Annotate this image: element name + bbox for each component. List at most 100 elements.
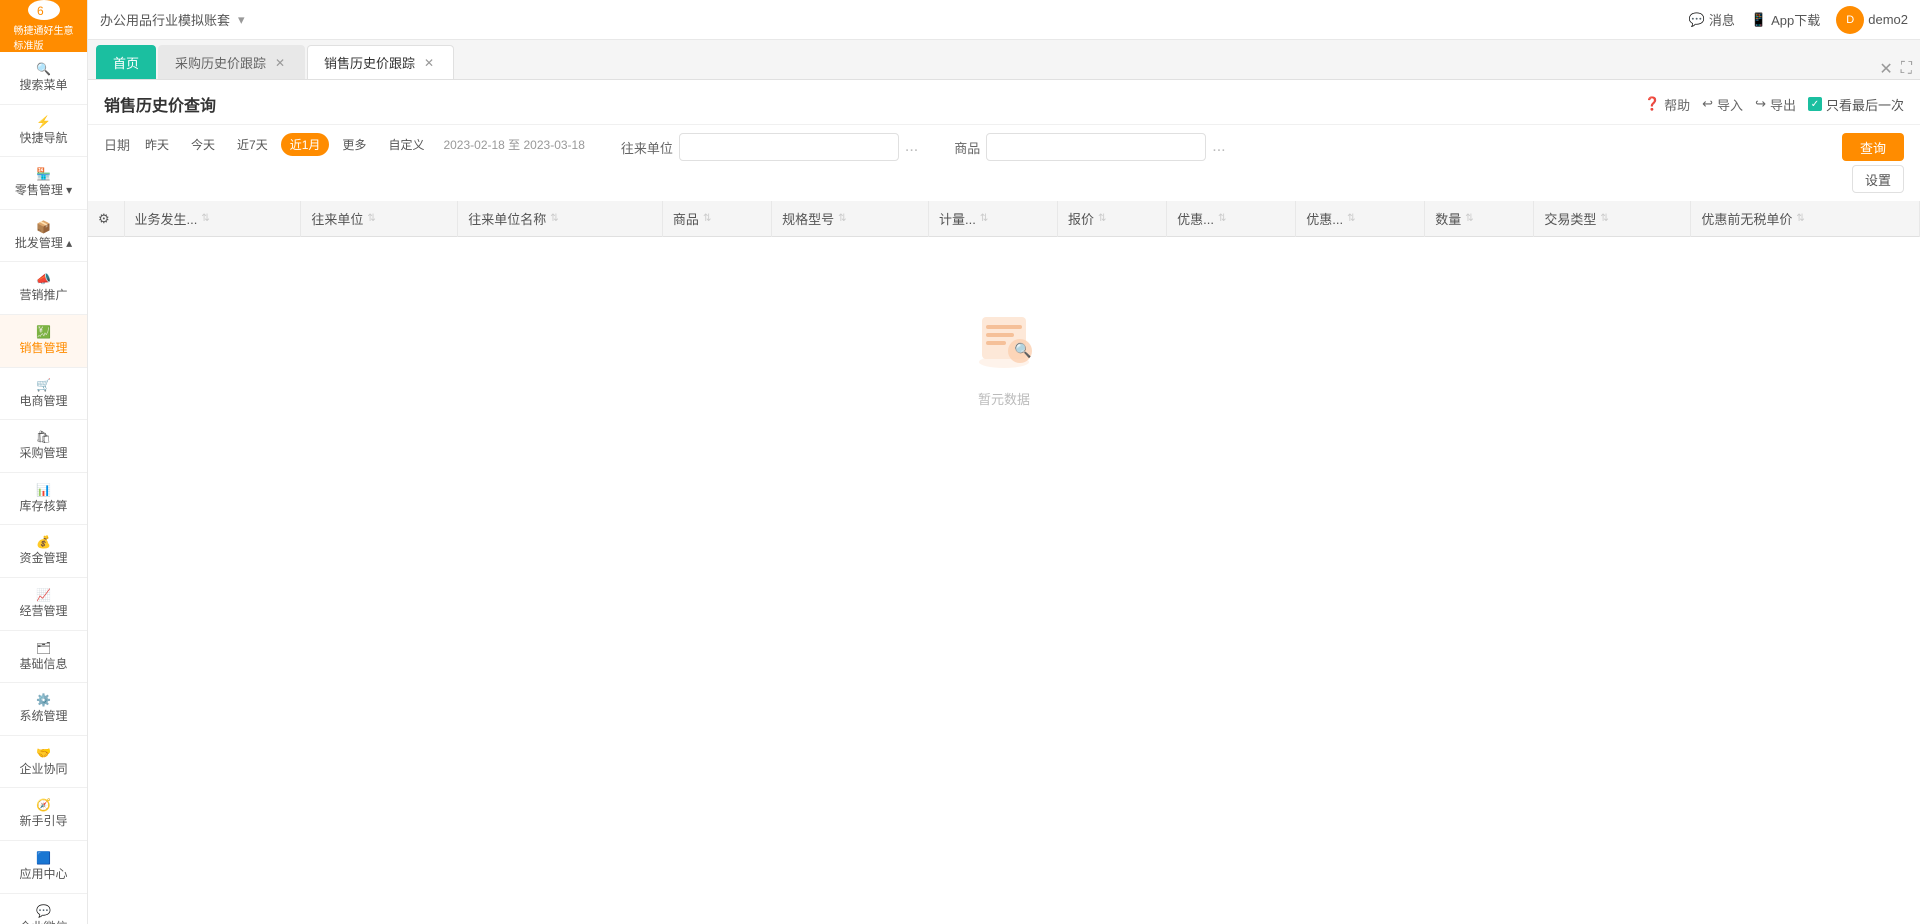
topbar-left: 办公用品行业模拟账套 ▾ (100, 10, 254, 29)
topbar: 办公用品行业模拟账套 ▾ 💬 消息 📱 App下载 D demo2 (88, 0, 1920, 40)
table-header-row: ⚙ 业务发生... ⇅ 往来单位 ⇅ (88, 201, 1920, 237)
col-quote[interactable]: 报价 ⇅ (1058, 201, 1167, 237)
operations-icon: 📈 (36, 588, 51, 602)
sidebar-item-enterprise[interactable]: 🤝 企业协同 (0, 736, 87, 789)
import-icon: ↩ (1702, 96, 1713, 112)
sort-icon-biz-date: ⇅ (201, 213, 209, 224)
col-qty[interactable]: 数量 ⇅ (1425, 201, 1534, 237)
col-pretax-price[interactable]: 优惠前无税单价 ⇅ (1691, 201, 1920, 237)
only-last-checkbox-label[interactable]: ✓ 只看最后一次 (1808, 95, 1904, 114)
goods-filter-group: 商品 ... (954, 133, 1225, 161)
goods-dots[interactable]: ... (1212, 138, 1225, 156)
newbie-icon: 🧭 (36, 798, 51, 812)
col-biz-date[interactable]: 业务发生... ⇅ (124, 201, 301, 237)
page-title: 销售历史价查询 (104, 92, 216, 116)
sort-icon-unit: ⇅ (980, 213, 988, 224)
partner-input[interactable] (679, 133, 899, 161)
col-partner-name[interactable]: 往来单位名称 ⇅ (458, 201, 663, 237)
help-button[interactable]: ❓ 帮助 (1644, 95, 1690, 114)
sidebar-item-marketing[interactable]: 📣 营销推广 (0, 262, 87, 315)
svg-text:🔍: 🔍 (1014, 341, 1031, 359)
tab-close-all-icon[interactable]: ✕ (1879, 59, 1892, 79)
sales-icon: 💹 (36, 325, 51, 339)
sidebar-item-basic[interactable]: 🗂 基础信息 (0, 631, 87, 684)
sidebar-item-appstore[interactable]: 🟦 应用中心 (0, 841, 87, 894)
col-goods[interactable]: 商品 ⇅ (662, 201, 771, 237)
app-logo[interactable]: 6 畅捷通好生意 标准版 (0, 0, 88, 52)
tab-sales[interactable]: 销售历史价跟踪 ✕ (307, 45, 454, 79)
tab-sales-close[interactable]: ✕ (421, 55, 437, 71)
tab-purchase-close[interactable]: ✕ (272, 55, 288, 71)
sidebar-menu: 🔍 搜索菜单 ⚡ 快捷导航 🏪 零售管理 ▾ 📦 批发管理 ▴ 📣 营销推广 💹… (0, 52, 87, 924)
col-discount1[interactable]: 优惠... ⇅ (1167, 201, 1296, 237)
sidebar-item-sales[interactable]: 💹 销售管理 (0, 315, 87, 368)
avatar: D (1836, 6, 1864, 34)
table-gear-icon[interactable]: ⚙ (98, 211, 110, 226)
filter-actions: 查询 (1842, 133, 1904, 161)
col-spec[interactable]: 规格型号 ⇅ (772, 201, 929, 237)
tab-purchase[interactable]: 采购历史价跟踪 ✕ (158, 45, 305, 79)
date-buttons: 昨天 今天 近7天 近1月 更多 自定义 (136, 133, 433, 156)
sort-icon-quote: ⇅ (1098, 213, 1106, 224)
sort-icon-goods: ⇅ (703, 213, 711, 224)
logo-icon: 6 (28, 0, 60, 20)
col-discount2[interactable]: 优惠... ⇅ (1296, 201, 1425, 237)
topbar-dropdown-icon[interactable]: ▾ (238, 12, 254, 28)
sidebar-item-newbie[interactable]: 🧭 新手引导 (0, 788, 87, 841)
date-btn-more[interactable]: 更多 (333, 133, 375, 156)
sidebar-item-ecommerce[interactable]: 🛒 电商管理 (0, 368, 87, 421)
search-icon: 🔍 (36, 62, 51, 76)
tab-home[interactable]: 首页 (96, 45, 156, 79)
sidebar-item-wholesale[interactable]: 📦 批发管理 ▴ (0, 210, 87, 263)
message-button[interactable]: 💬 消息 (1689, 10, 1735, 29)
app-name: 畅捷通好生意 标准版 (14, 22, 74, 52)
system-icon: ⚙️ (36, 693, 51, 707)
col-unit[interactable]: 计量... ⇅ (928, 201, 1057, 237)
data-table-wrapper: ⚙ 业务发生... ⇅ 往来单位 ⇅ (88, 201, 1920, 924)
partner-filter-label: 往来单位 (621, 138, 673, 157)
sidebar-item-purchase[interactable]: 🛍 采购管理 (0, 420, 87, 473)
sidebar-item-retail[interactable]: 🏪 零售管理 ▾ (0, 157, 87, 210)
help-icon: ❓ (1644, 96, 1660, 112)
query-button[interactable]: 查询 (1842, 133, 1904, 161)
user-menu[interactable]: D demo2 (1836, 6, 1908, 34)
wholesale-icon: 📦 (36, 220, 51, 234)
sidebar-item-finance[interactable]: 💰 资金管理 (0, 525, 87, 578)
tab-bar: 首页 采购历史价跟踪 ✕ 销售历史价跟踪 ✕ ✕ ⛶ (88, 40, 1920, 80)
col-partner-code[interactable]: 往来单位 ⇅ (301, 201, 458, 237)
empty-state: 🔍 暂元数据 (88, 237, 1920, 468)
export-button[interactable]: ↪ 导出 (1755, 95, 1796, 114)
date-btn-yesterday[interactable]: 昨天 (136, 133, 178, 156)
sidebar-item-system[interactable]: ⚙️ 系统管理 (0, 683, 87, 736)
inventory-icon: 📊 (36, 483, 51, 497)
goods-input[interactable] (986, 133, 1206, 161)
basic-icon: 🗂 (36, 641, 51, 655)
page-header: 销售历史价查询 ❓ 帮助 ↩ 导入 ↪ 导出 ✓ 只 (88, 80, 1920, 125)
date-btn-1month[interactable]: 近1月 (281, 133, 330, 156)
sort-icon-partner-code: ⇅ (367, 213, 375, 224)
import-button[interactable]: ↩ 导入 (1702, 95, 1743, 114)
sidebar-item-shortcut[interactable]: ⚡ 快捷导航 (0, 105, 87, 158)
main-area: 办公用品行业模拟账套 ▾ 💬 消息 📱 App下载 D demo2 首页 采购历… (88, 0, 1920, 924)
sidebar-item-search[interactable]: 🔍 搜索菜单 (0, 52, 87, 105)
sidebar-item-operations[interactable]: 📈 经营管理 (0, 578, 87, 631)
partner-dots[interactable]: ... (905, 138, 918, 156)
date-btn-today[interactable]: 今天 (182, 133, 224, 156)
sort-icon-discount1: ⇅ (1218, 213, 1226, 224)
settings-button[interactable]: 设置 (1852, 165, 1904, 193)
col-trade-type[interactable]: 交易类型 ⇅ (1534, 201, 1691, 237)
col-gear[interactable]: ⚙ (88, 201, 124, 237)
page-content: 销售历史价查询 ❓ 帮助 ↩ 导入 ↪ 导出 ✓ 只 (88, 80, 1920, 924)
app-download-button[interactable]: 📱 App下载 (1751, 10, 1820, 29)
svg-text:6: 6 (37, 4, 44, 18)
sidebar-item-wechat[interactable]: 💬 企业微信 (0, 894, 87, 924)
date-btn-custom[interactable]: 自定义 (379, 133, 433, 156)
sidebar-item-inventory[interactable]: 📊 库存核算 (0, 473, 87, 526)
sort-icon-partner-name: ⇅ (550, 213, 558, 224)
page-header-actions: ❓ 帮助 ↩ 导入 ↪ 导出 ✓ 只看最后一次 (1644, 95, 1904, 114)
tab-maximize-icon[interactable]: ⛶ (1901, 60, 1912, 78)
date-filter-group: 日期 昨天 今天 近7天 近1月 更多 自定义 2023-02-18 至 202… (104, 133, 585, 156)
date-btn-7days[interactable]: 近7天 (228, 133, 277, 156)
only-last-checkbox[interactable]: ✓ (1808, 97, 1822, 111)
empty-icon: 🔍 (964, 297, 1044, 377)
